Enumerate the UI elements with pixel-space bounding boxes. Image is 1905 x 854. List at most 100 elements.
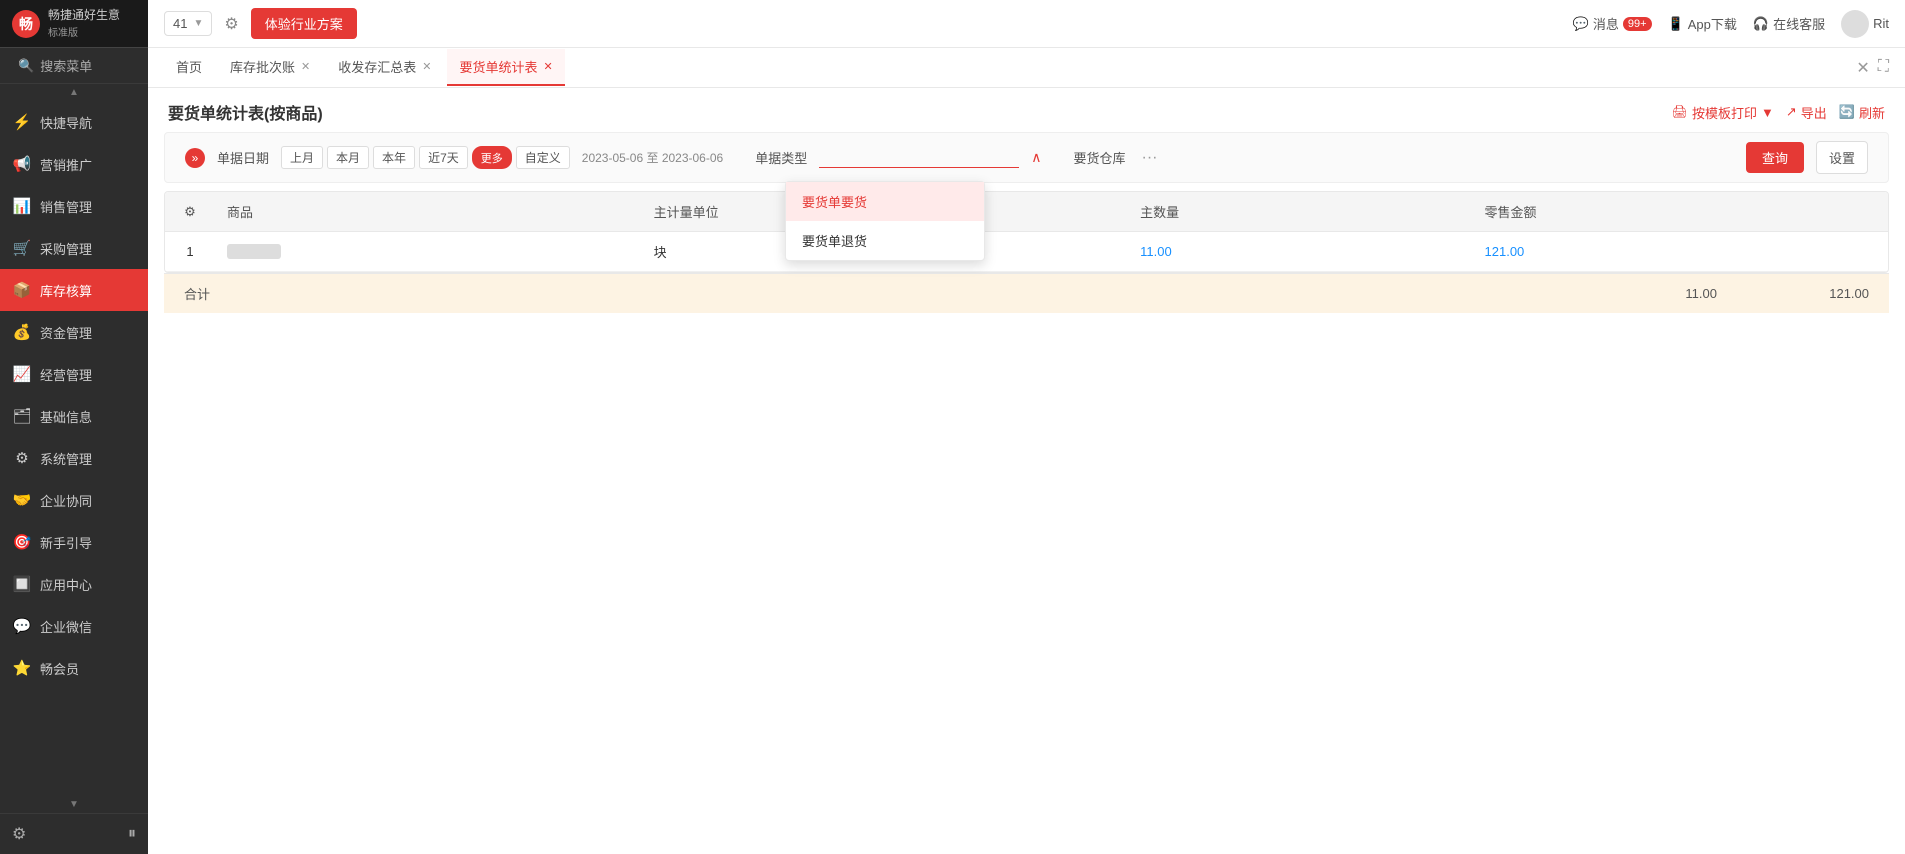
sidebar-icon-member: ⭐ [12,658,32,678]
app-icon: 📱 [1668,16,1684,32]
th-product: 商品 [215,192,642,232]
date-more-btn[interactable]: 更多 [472,146,512,169]
sidebar-item-enterprise[interactable]: 🤝企业协同 [0,479,148,521]
trial-button[interactable]: 体验行业方案 [251,8,357,39]
tabs-actions: ✕ ⛶ [1856,58,1889,78]
tab-label-home: 首页 [176,57,202,76]
type-filter-arrow-icon[interactable]: ∧ [1031,149,1041,166]
header-left: 41 ▼ ⚙ 体验行业方案 [164,8,357,39]
sidebar-item-guide[interactable]: 🎯新手引导 [0,521,148,563]
export-label: 导出 [1801,103,1827,122]
sidebar-icon-basic: 🗂 [12,406,32,426]
sidebar-label-system: 系统管理 [40,449,92,468]
company-name: 41 [173,16,187,31]
sidebar-item-system[interactable]: ⚙系统管理 [0,437,148,479]
message-icon: 💬 [1573,16,1589,32]
set-button[interactable]: 设置 [1816,141,1868,174]
date-this-month-btn[interactable]: 本月 [327,146,369,169]
dropdown-item-order-return[interactable]: 要货单退货 [786,221,984,260]
sidebar-item-operation[interactable]: 📈经营管理 [0,353,148,395]
tab-home[interactable]: 首页 [164,49,214,86]
date-quick-buttons: 上月 本月 本年 近7天 更多 自定义 [281,146,570,169]
print-button[interactable]: 🖨 按模板打印 ▼ [1671,103,1773,122]
sidebar-scroll-up[interactable]: ▲ [0,84,148,101]
app-download-item[interactable]: 📱 App下载 [1668,14,1737,33]
close-tab-collect-summary[interactable]: ✕ [422,60,431,73]
type-filter-input[interactable] [819,148,1019,168]
data-table-container: ⚙ 商品 主计量单位 主数量 零售金额 1 █████ 块 11.00 121.… [164,191,1889,273]
sidebar-icon-apps: 🔲 [12,574,32,594]
export-icon: ↗ [1786,104,1797,120]
print-label: 按模板打印 [1692,103,1757,122]
sidebar-label-purchase: 采购管理 [40,239,92,258]
sidebar-icon-wechat: 💬 [12,616,32,636]
search-menu-item[interactable]: 🔍 搜索菜单 [0,48,148,84]
table-settings-icon[interactable]: ⚙ [184,204,196,219]
page-actions: 🖨 按模板打印 ▼ ↗ 导出 🔄 刷新 [1671,103,1885,122]
page-title-bar: 要货单统计表(按商品) 🖨 按模板打印 ▼ ↗ 导出 🔄 刷新 [148,88,1905,132]
date-this-year-btn[interactable]: 本年 [373,146,415,169]
close-tab-batch-account[interactable]: ✕ [301,60,310,73]
sidebar-scroll-down[interactable]: ▼ [0,796,148,813]
collapse-icon[interactable]: ⏸ [128,825,136,843]
th-settings[interactable]: ⚙ [165,192,215,232]
logo-icon: 畅 [12,10,40,38]
tab-label-collect-summary: 收发存汇总表 [338,57,416,76]
sidebar-icon-inventory: 📦 [12,280,32,300]
sidebar-item-sales[interactable]: 📊销售管理 [0,185,148,227]
cell-product: █████ [215,232,642,272]
query-button[interactable]: 查询 [1746,142,1804,173]
company-arrow-icon: ▼ [193,18,203,29]
sidebar-icon-sales: 📊 [12,196,32,216]
date-custom-btn[interactable]: 自定义 [516,146,570,169]
sidebar-item-finance[interactable]: 💰资金管理 [0,311,148,353]
filter-expand-button[interactable]: » [185,148,205,168]
close-tab-icon[interactable]: ✕ [1856,58,1869,78]
sidebar-item-wechat[interactable]: 💬企业微信 [0,605,148,647]
data-table: ⚙ 商品 主计量单位 主数量 零售金额 1 █████ 块 11.00 121.… [165,192,1888,272]
tab-batch-account[interactable]: 库存批次账 ✕ [218,49,322,86]
sidebar-logo: 畅 畅捷通好生意 标准版 [0,0,148,48]
export-button[interactable]: ↗ 导出 [1786,103,1827,122]
print-icon: 🖨 [1671,104,1688,120]
sidebar-item-apps[interactable]: 🔲 应用中心 [0,563,148,605]
expand-tab-icon[interactable]: ⛶ [1878,58,1889,78]
filter-bar: » 单据日期 上月 本月 本年 近7天 更多 自定义 2023-05-06 至 … [164,132,1889,183]
tab-order-summary[interactable]: 要货单统计表✕ [447,49,564,86]
tabs-bar: 首页库存批次账✕收发存汇总表✕要货单统计表✕ ✕ ⛶ [148,48,1905,88]
tab-label-batch-account: 库存批次账 [230,57,295,76]
sidebar-item-member[interactable]: ⭐ 畅会员 [0,647,148,689]
settings-icon[interactable]: ⚙ [12,824,26,844]
sidebar-item-basic[interactable]: 🗂基础信息 [0,395,148,437]
messages-item[interactable]: 💬 消息 99+ [1573,14,1652,33]
user-avatar-item[interactable]: Rit [1841,10,1889,38]
refresh-icon: 🔄 [1839,104,1855,120]
dropdown-item-order-goods[interactable]: 要货单要货 [786,182,984,221]
sidebar-label-operation: 经营管理 [40,365,92,384]
sidebar-item-purchase[interactable]: 🛒采购管理 [0,227,148,269]
company-selector[interactable]: 41 ▼ [164,11,212,36]
close-tab-order-summary[interactable]: ✕ [544,60,553,73]
sidebar-label-member: 畅会员 [40,659,79,678]
sidebar-item-quick-nav[interactable]: ⚡快捷导航 [0,101,148,143]
sidebar-item-inventory[interactable]: 📦库存核算 [0,269,148,311]
sidebar-icon-guide: 🎯 [12,532,32,552]
date-filter-label: 单据日期 [217,148,269,167]
search-menu-label: 搜索菜单 [40,56,92,75]
warehouse-filter-more-icon[interactable]: ··· [1141,149,1157,167]
online-service-item[interactable]: 🎧 在线客服 [1753,14,1825,33]
avatar [1841,10,1869,38]
date-last-7days-btn[interactable]: 近7天 [419,146,468,169]
refresh-label: 刷新 [1859,103,1885,122]
sidebar-label-apps: 应用中心 [40,575,92,594]
sidebar-icon-marketing: 📢 [12,154,32,174]
header-gear-icon[interactable]: ⚙ [224,14,238,34]
tab-collect-summary[interactable]: 收发存汇总表 ✕ [326,49,443,86]
print-arrow-icon: ▼ [1761,105,1774,120]
refresh-button[interactable]: 🔄 刷新 [1839,103,1885,122]
sidebar-label-enterprise: 企业协同 [40,491,92,510]
date-range-display: 2023-05-06 至 2023-06-06 [582,149,723,166]
sidebar-item-marketing[interactable]: 📢营销推广 [0,143,148,185]
footer-quantity: 11.00 [1597,286,1717,301]
date-prev-month-btn[interactable]: 上月 [281,146,323,169]
